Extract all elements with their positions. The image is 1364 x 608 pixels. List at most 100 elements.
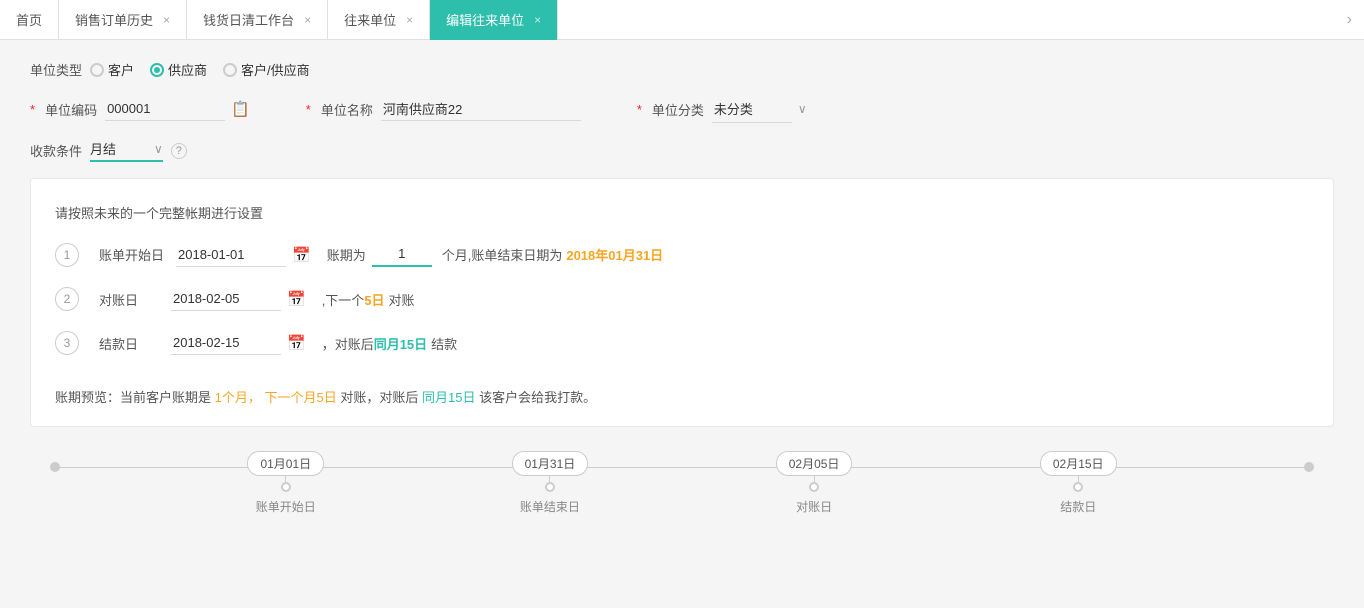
payment-condition-help-icon[interactable]: ? [171,143,187,159]
preview-payment-date: 同月15日 [422,390,475,405]
timeline-end-circle [1304,462,1314,472]
unit-code-star: * [30,102,35,117]
timeline-dot-4 [1073,482,1083,492]
payment-condition-row: 收款条件 月结 ∨ ? [30,139,1334,162]
timeline-section: 01月01日 账单开始日 01月31日 账单结束日 02月05日 对账日 [30,451,1334,515]
radio-supplier[interactable]: 供应商 [150,60,207,79]
payment-condition-label: 收款条件 [30,141,82,160]
radio-both[interactable]: 客户/供应商 [223,60,310,79]
tab-sales-order-label: 销售订单历史 [75,10,153,29]
step3-prefix: ，对账后 [322,334,374,353]
unit-code-input[interactable] [105,97,225,121]
timeline-point-4: 02月15日 结款日 [1040,451,1117,515]
timeline-badge-3: 02月05日 [776,451,853,476]
unit-category-label: 单位分类 [652,100,704,119]
step3-date-input[interactable] [171,331,281,355]
unit-code-label: 单位编码 [45,100,97,119]
unit-category-wrapper: 未分类 ∨ [712,95,807,123]
tab-sales-order-close[interactable]: × [163,13,170,27]
radio-both-label: 客户/供应商 [241,60,310,79]
timeline-dot-3 [809,482,819,492]
step3-suffix: 结款 [431,334,457,353]
step-num-3: 3 [55,331,79,355]
step3-label: 结款日 [99,334,159,353]
timeline-dot-1 [281,482,291,492]
setting-row-1: 1 账单开始日 📅 账期为 个月,账单结束日期为 2018年01月31日 [55,242,1309,267]
unit-category-star: * [637,102,642,117]
timeline-badge-2: 01月31日 [512,451,589,476]
step2-suffix: 对账 [389,290,415,309]
preview-text: 账期预览：当前客户账期是 1个月， 下一个月5日 对账，对账后 同月15日 该客… [55,371,1309,406]
step1-calendar-icon[interactable]: 📅 [292,246,311,264]
step-num-1: 1 [55,243,79,267]
timeline-dot-2 [545,482,555,492]
tab-cash-work-close[interactable]: × [304,13,311,27]
timeline-points: 01月01日 账单开始日 01月31日 账单结束日 02月05日 对账日 [50,451,1314,515]
payment-condition-dropdown-icon[interactable]: ∨ [154,142,163,156]
main-content: 单位类型 客户 供应商 客户/供应商 * 单位编码 📋 * 单位名称 [0,40,1364,608]
tab-edit-related-unit[interactable]: 编辑往来单位 × [430,0,558,40]
preview-label: 账期预览：当前客户账期是 [55,390,211,405]
step1-end-date: 2018年01月31日 [566,245,663,264]
step2-label: 对账日 [99,290,159,309]
unit-name-input[interactable] [381,97,581,121]
tab-cash-work[interactable]: 钱货日清工作台 × [187,0,328,40]
step2-highlight: 5日 [364,290,384,309]
payment-condition-value: 月结 [90,139,150,158]
tab-home[interactable]: 首页 [0,0,59,40]
unit-category-value: 未分类 [712,95,792,123]
timeline-label-3: 对账日 [796,498,832,515]
preview-period: 1个月， [215,390,261,405]
radio-supplier-label: 供应商 [168,60,207,79]
unit-type-radio-group: 客户 供应商 客户/供应商 [90,60,310,79]
timeline-badge-4: 02月15日 [1040,451,1117,476]
timeline-point-1: 01月01日 账单开始日 [247,451,324,515]
preview-end: 该客户会给我打款。 [479,390,596,405]
payment-condition-select-wrapper[interactable]: 月结 ∨ [90,139,163,162]
setting-card: 请按照未来的一个完整帐期进行设置 1 账单开始日 📅 账期为 个月,账单结束日期… [30,178,1334,427]
timeline-label-4: 结款日 [1060,498,1096,515]
step1-period-label: 账期为 [327,245,366,264]
preview-middle: 对账，对账后 [340,390,418,405]
tabs-bar: 首页 销售订单历史 × 钱货日清工作台 × 往来单位 × 编辑往来单位 × › [0,0,1364,40]
timeline-start-circle [50,462,60,472]
unit-category-dropdown-icon[interactable]: ∨ [798,102,807,116]
setting-row-3: 3 结款日 📅 ，对账后 同月15日 结款 [55,331,1309,355]
tab-more-button[interactable]: › [1335,11,1364,29]
timeline-label-1: 账单开始日 [256,498,316,515]
unit-type-row: 单位类型 客户 供应商 客户/供应商 [30,60,1334,79]
preview-reconcile-date: 下一个月5日 [265,390,337,405]
timeline-point-2: 01月31日 账单结束日 [512,451,589,515]
tab-home-label: 首页 [16,10,42,29]
step3-calendar-icon[interactable]: 📅 [287,334,306,352]
timeline-start-dot [50,462,60,472]
step1-date-input[interactable] [176,243,286,267]
unit-name-label: 单位名称 [321,100,373,119]
unit-code-wrapper: 📋 [105,97,250,121]
radio-customer[interactable]: 客户 [90,60,134,79]
step2-calendar-icon[interactable]: 📅 [287,290,306,308]
step-num-2: 2 [55,287,79,311]
tab-edit-related-unit-close[interactable]: × [534,13,541,27]
unit-name-star: * [306,102,311,117]
radio-customer-label: 客户 [108,60,134,79]
tab-sales-order-history[interactable]: 销售订单历史 × [59,0,187,40]
step2-prefix: ,下一个 [322,290,365,309]
tab-related-unit[interactable]: 往来单位 × [328,0,430,40]
step1-period-unit: 个月,账单结束日期为 [442,245,563,264]
radio-both-circle [223,63,237,77]
tab-cash-work-label: 钱货日清工作台 [203,10,294,29]
radio-supplier-circle [150,63,164,77]
unit-type-label: 单位类型 [30,60,82,79]
timeline-end-dot [1304,462,1314,472]
radio-customer-circle [90,63,104,77]
setting-row-2: 2 对账日 📅 ,下一个 5日 对账 [55,287,1309,311]
step2-date-input[interactable] [171,287,281,311]
timeline-badge-1: 01月01日 [247,451,324,476]
tab-related-unit-close[interactable]: × [406,13,413,27]
step1-label: 账单开始日 [99,245,164,264]
step1-period-input[interactable] [372,242,432,267]
unit-code-name-row: * 单位编码 📋 * 单位名称 * 单位分类 未分类 ∨ [30,95,1334,123]
timeline-point-3: 02月05日 对账日 [776,451,853,515]
unit-code-copy-icon[interactable]: 📋 [231,100,250,118]
